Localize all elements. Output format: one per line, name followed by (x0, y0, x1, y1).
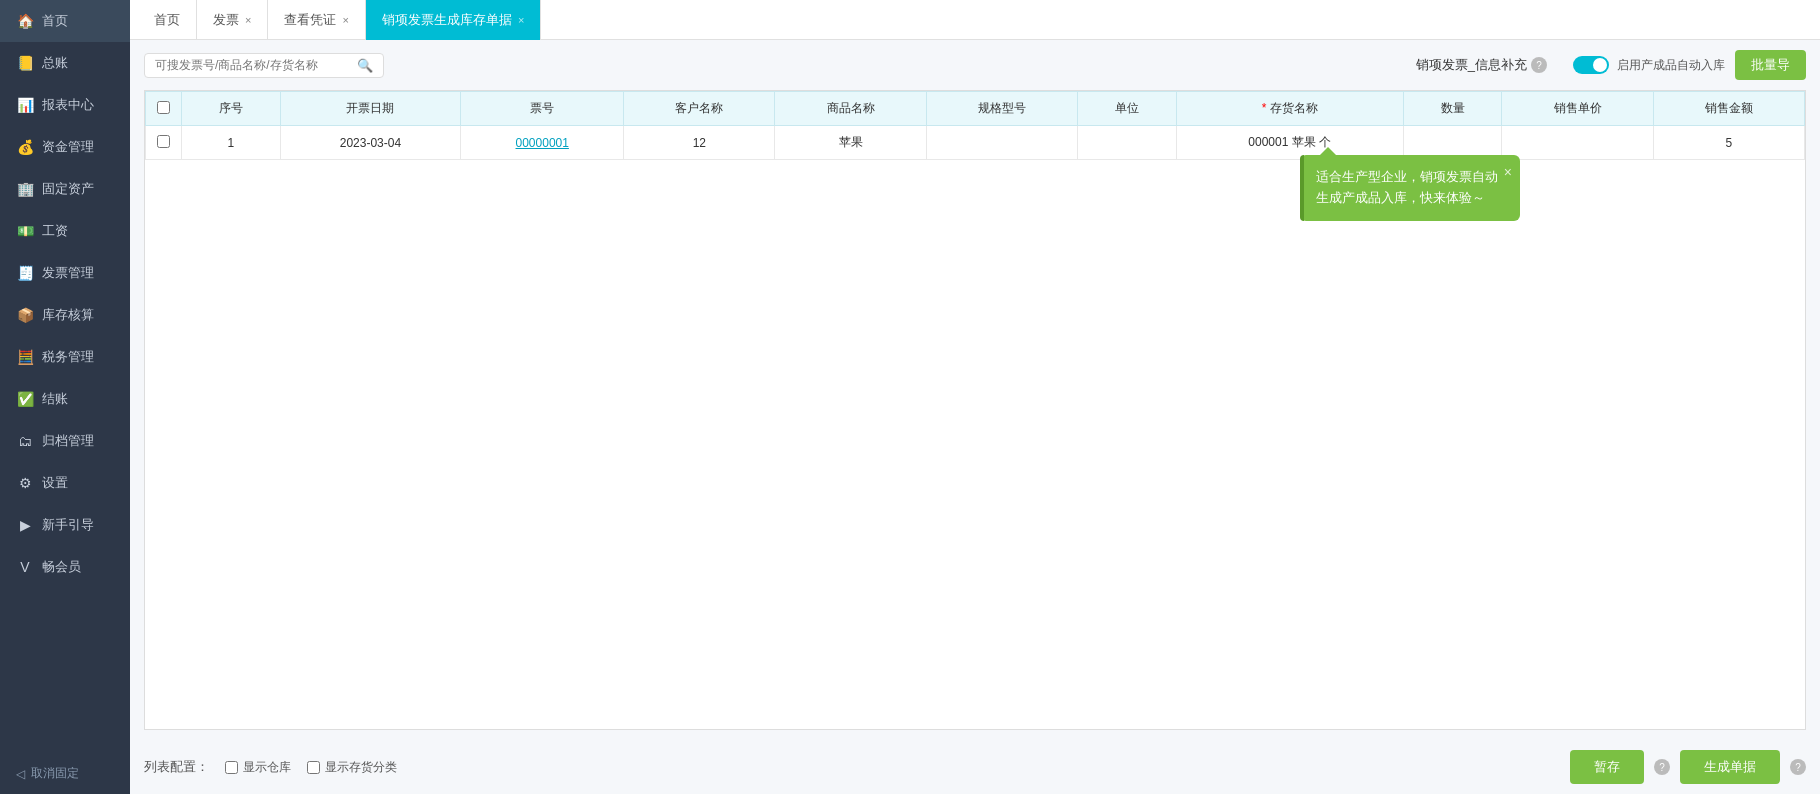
sidebar-item-invoice[interactable]: 🧾 发票管理 (0, 252, 130, 294)
col-customer: 客户名称 (624, 92, 775, 126)
row-product: 苹果 (775, 126, 926, 160)
data-table: 序号 开票日期 票号 客户名称 商品名称 规格型号 单位 * 存货名称 数量 销… (145, 91, 1805, 160)
page-content: 🔍 销项发票_信息补充 ? 启用产成品自动入库 批量导 (130, 40, 1820, 740)
show-warehouse-item: 显示仓库 (225, 759, 291, 776)
sidebar-item-salary[interactable]: 💵 工资 (0, 210, 130, 252)
show-category-checkbox[interactable] (307, 761, 320, 774)
bottom-bar: 列表配置： 显示仓库 显示存货分类 暂存 ? 生成单据 ? (130, 740, 1820, 794)
guide-icon: ▶ (16, 517, 34, 533)
sidebar-item-guide[interactable]: ▶ 新手引导 (0, 504, 130, 546)
save-button[interactable]: 暂存 (1570, 750, 1644, 784)
close-invoice-tab-icon[interactable]: × (245, 14, 251, 26)
show-warehouse-checkbox[interactable] (225, 761, 238, 774)
select-all-checkbox[interactable] (157, 101, 170, 114)
search-box[interactable]: 🔍 (144, 53, 384, 78)
sidebar-item-assets[interactable]: 🏢 固定资产 (0, 168, 130, 210)
row-unit (1077, 126, 1176, 160)
vip-icon: V (16, 559, 34, 575)
main-content: 首页 发票 × 查看凭证 × 销项发票生成库存单据 × 🔍 销项发票_信息补充 … (130, 0, 1820, 794)
tax-icon: 🧮 (16, 349, 34, 365)
row-spec (926, 126, 1077, 160)
row-amount: 5 (1653, 126, 1804, 160)
invoice-icon: 🧾 (16, 265, 34, 281)
search-icon[interactable]: 🔍 (357, 58, 373, 73)
col-qty: 数量 (1403, 92, 1502, 126)
col-date: 开票日期 (280, 92, 461, 126)
close-generate-tab-icon[interactable]: × (518, 14, 524, 26)
show-category-item: 显示存货分类 (307, 759, 397, 776)
action-buttons: 暂存 ? 生成单据 ? (1570, 750, 1806, 784)
sidebar-item-archive[interactable]: 🗂 归档管理 (0, 420, 130, 462)
tooltip-bar (1300, 155, 1304, 221)
auto-warehouse-toggle[interactable] (1573, 56, 1609, 74)
row-ticket[interactable]: 00000001 (461, 126, 624, 160)
tab-bar: 首页 发票 × 查看凭证 × 销项发票生成库存单据 × (130, 0, 1820, 40)
funds-icon: 💰 (16, 139, 34, 155)
data-table-wrapper: 序号 开票日期 票号 客户名称 商品名称 规格型号 单位 * 存货名称 数量 销… (144, 90, 1806, 730)
info-label: 销项发票_信息补充 ? (1416, 56, 1547, 74)
sidebar-item-tax[interactable]: 🧮 税务管理 (0, 336, 130, 378)
tab-home[interactable]: 首页 (138, 0, 197, 40)
col-spec: 规格型号 (926, 92, 1077, 126)
col-ticket: 票号 (461, 92, 624, 126)
ledger-icon: 📒 (16, 55, 34, 71)
tooltip-popup: × 适合生产型企业，销项发票自动生成产成品入库，快来体验～ (1300, 155, 1520, 221)
archive-icon: 🗂 (16, 433, 34, 449)
col-seq: 序号 (182, 92, 281, 126)
search-input[interactable] (155, 58, 351, 72)
sidebar-item-reports[interactable]: 📊 报表中心 (0, 84, 130, 126)
sidebar-footer-unpin[interactable]: ◁ 取消固定 (0, 753, 130, 794)
info-icon[interactable]: ? (1531, 57, 1547, 73)
row-unit-price (1502, 126, 1653, 160)
unpin-icon: ◁ (16, 767, 25, 781)
close-accounts-icon: ✅ (16, 391, 34, 407)
tab-voucher[interactable]: 查看凭证 × (268, 0, 365, 40)
sidebar-item-funds[interactable]: 💰 资金管理 (0, 126, 130, 168)
home-icon: 🏠 (16, 13, 34, 29)
toolbar: 🔍 销项发票_信息补充 ? 启用产成品自动入库 批量导 (144, 50, 1806, 80)
assets-icon: 🏢 (16, 181, 34, 197)
list-config-label: 列表配置： (144, 758, 209, 776)
row-customer: 12 (624, 126, 775, 160)
reports-icon: 📊 (16, 97, 34, 113)
inventory-icon: 📦 (16, 307, 34, 323)
toggle-wrapper: 启用产成品自动入库 (1573, 56, 1725, 74)
save-help-icon[interactable]: ? (1654, 759, 1670, 775)
tab-generate-inventory[interactable]: 销项发票生成库存单据 × (366, 0, 541, 40)
col-product: 商品名称 (775, 92, 926, 126)
tab-invoice[interactable]: 发票 × (197, 0, 268, 40)
col-unit: 单位 (1077, 92, 1176, 126)
generate-help-icon[interactable]: ? (1790, 759, 1806, 775)
row-date: 2023-03-04 (280, 126, 461, 160)
table-row: 1 2023-03-04 00000001 12 苹果 000001 苹果 个 … (146, 126, 1805, 160)
close-voucher-tab-icon[interactable]: × (342, 14, 348, 26)
batch-button[interactable]: 批量导 (1735, 50, 1806, 80)
row-seq: 1 (182, 126, 281, 160)
row-checkbox-cell (146, 126, 182, 160)
sidebar-item-ledger[interactable]: 📒 总账 (0, 42, 130, 84)
col-amount: 销售金额 (1653, 92, 1804, 126)
generate-button[interactable]: 生成单据 (1680, 750, 1780, 784)
sidebar-item-home[interactable]: 🏠 首页 (0, 0, 130, 42)
sidebar: 🏠 首页 📒 总账 📊 报表中心 💰 资金管理 🏢 固定资产 💵 工资 🧾 发票… (0, 0, 130, 794)
salary-icon: 💵 (16, 223, 34, 239)
tooltip-close-button[interactable]: × (1504, 161, 1512, 183)
sidebar-item-vip[interactable]: V 畅会员 (0, 546, 130, 588)
sidebar-item-settings[interactable]: ⚙ 设置 (0, 462, 130, 504)
col-inventory: * 存货名称 (1176, 92, 1403, 126)
settings-icon: ⚙ (16, 475, 34, 491)
row-checkbox[interactable] (157, 135, 170, 148)
col-unit-price: 销售单价 (1502, 92, 1653, 126)
select-all-header (146, 92, 182, 126)
sidebar-item-inventory[interactable]: 📦 库存核算 (0, 294, 130, 336)
sidebar-item-close[interactable]: ✅ 结账 (0, 378, 130, 420)
